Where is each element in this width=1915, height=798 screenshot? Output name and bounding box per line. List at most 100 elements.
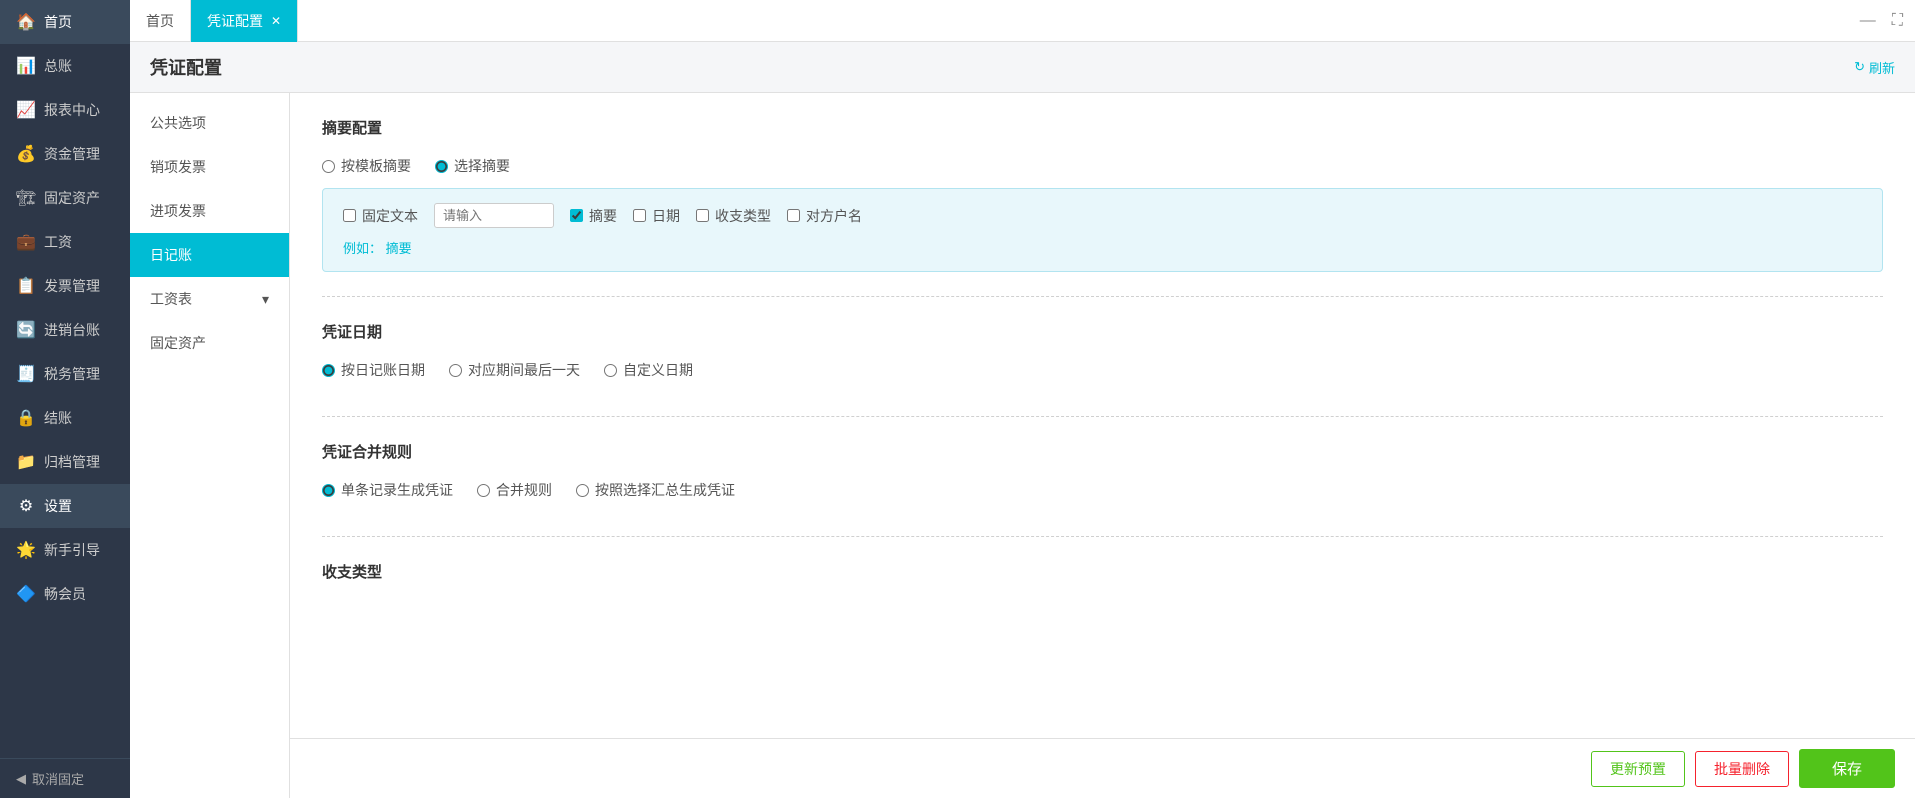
summary-radio-select[interactable]: 选择摘要: [435, 156, 510, 176]
archive-icon: 📁: [16, 452, 36, 472]
date-label: 日期: [652, 206, 680, 226]
sidebar-item-label: 进销台账: [44, 320, 100, 340]
tab-close-icon[interactable]: ✕: [271, 14, 281, 28]
journal-date-radio-label[interactable]: 按日记账日期: [322, 360, 425, 380]
summary-fields-row: 固定文本 摘要 日期: [343, 203, 1862, 228]
sidebar-item-invoices[interactable]: 📋 发票管理: [0, 264, 130, 308]
sidebar-item-guide[interactable]: 🌟 新手引导: [0, 528, 130, 572]
income-type-label: 收支类型: [715, 206, 771, 226]
single-record-radio-label[interactable]: 单条记录生成凭证: [322, 480, 453, 500]
tab-voucher-config-label: 凭证配置: [207, 11, 263, 31]
fixed-text-input[interactable]: [434, 203, 554, 228]
settings-icon: ⚙: [16, 496, 36, 516]
income-type-checkbox[interactable]: [696, 209, 709, 222]
nav-item-journal[interactable]: 日记账: [130, 233, 289, 277]
fixed-text-checkbox-label[interactable]: 固定文本: [343, 206, 418, 226]
merge-rules-radio-group: 单条记录生成凭证 合并规则 按照选择汇总生成凭证: [322, 480, 1883, 500]
sidebar-item-tax[interactable]: 🧾 税务管理: [0, 352, 130, 396]
select-merge-label: 按照选择汇总生成凭证: [595, 480, 735, 500]
sidebar-item-assets[interactable]: 🏗 固定资产: [0, 176, 130, 220]
summary-label: 摘要: [589, 206, 617, 226]
content-layout: 公共选项 销项发票 进项发票 日记账 工资表 ▾ 固定资产: [130, 93, 1915, 798]
tab-maximize-button[interactable]: ⛶: [1888, 8, 1907, 34]
nav-item-purchase[interactable]: 进项发票: [130, 189, 289, 233]
inout-icon: 🔄: [16, 320, 36, 340]
nav-item-fixed-assets[interactable]: 固定资产: [130, 321, 289, 365]
sidebar-item-payroll[interactable]: 💼 工资: [0, 220, 130, 264]
refresh-icon: ↻: [1854, 59, 1865, 75]
save-button[interactable]: 保存: [1799, 749, 1895, 788]
batch-delete-button[interactable]: 批量删除: [1695, 751, 1789, 787]
select-merge-radio-label[interactable]: 按照选择汇总生成凭证: [576, 480, 735, 500]
counterpart-checkbox[interactable]: [787, 209, 800, 222]
sidebar-item-vip[interactable]: 🔷 畅会员: [0, 572, 130, 616]
counterpart-checkbox-label[interactable]: 对方户名: [787, 206, 862, 226]
sidebar-item-label: 固定资产: [44, 188, 100, 208]
summary-radio-group: 按模板摘要 选择摘要: [322, 156, 1883, 176]
tab-minimize-button[interactable]: —: [1856, 8, 1880, 34]
income-type-checkbox-label[interactable]: 收支类型: [696, 206, 771, 226]
summary-select-label: 选择摘要: [454, 156, 510, 176]
invoices-icon: 📋: [16, 276, 36, 296]
merge-rule-radio-label[interactable]: 合并规则: [477, 480, 552, 500]
summary-example: 例如： 摘要: [343, 238, 1862, 257]
nav-item-journal-label: 日记账: [150, 245, 192, 265]
date-checkbox-label[interactable]: 日期: [633, 206, 680, 226]
page-title: 凭证配置: [150, 54, 222, 80]
tab-bar: 首页 凭证配置 ✕ — ⛶: [130, 0, 1915, 42]
sidebar-item-reports[interactable]: 📈 报表中心: [0, 88, 130, 132]
sidebar-item-label: 工资: [44, 232, 72, 252]
nav-item-public[interactable]: 公共选项: [130, 101, 289, 145]
custom-date-radio-label[interactable]: 自定义日期: [604, 360, 693, 380]
custom-date-radio[interactable]: [604, 364, 617, 377]
sidebar-item-label: 报表中心: [44, 100, 100, 120]
main-area: 首页 凭证配置 ✕ — ⛶ 凭证配置 ↻ 刷新 公共选项 销项发票 进项: [130, 0, 1915, 798]
summary-config-title: 摘要配置: [322, 117, 1883, 138]
sidebar-item-label: 税务管理: [44, 364, 100, 384]
merge-rule-radio[interactable]: [477, 484, 490, 497]
sidebar-item-label: 总账: [44, 56, 72, 76]
example-text: 例如： 摘要: [343, 241, 412, 256]
update-preview-button[interactable]: 更新预置: [1591, 751, 1685, 787]
journal-date-radio[interactable]: [322, 364, 335, 377]
summary-template-radio[interactable]: [322, 160, 335, 173]
merge-rules-section: 凭证合并规则 单条记录生成凭证 合并规则 按照选择汇总生成凭证: [322, 441, 1883, 537]
summary-template-label: 按模板摘要: [341, 156, 411, 176]
sidebar-item-funds[interactable]: 💰 资金管理: [0, 132, 130, 176]
fixed-text-checkbox[interactable]: [343, 209, 356, 222]
summary-select-radio[interactable]: [435, 160, 448, 173]
refresh-button[interactable]: ↻ 刷新: [1854, 58, 1895, 77]
voucher-date-section: 凭证日期 按日记账日期 对应期间最后一天 自定义日期: [322, 321, 1883, 417]
sidebar-item-home[interactable]: 🏠 首页: [0, 0, 130, 44]
sidebar-item-archive[interactable]: 📁 归档管理: [0, 440, 130, 484]
sidebar-item-settings[interactable]: ⚙ 设置: [0, 484, 130, 528]
nav-item-sales-label: 销项发票: [150, 157, 206, 177]
date-checkbox[interactable]: [633, 209, 646, 222]
voucher-date-title: 凭证日期: [322, 321, 1883, 342]
page-header: 凭证配置 ↻ 刷新: [130, 42, 1915, 93]
guide-icon: 🌟: [16, 540, 36, 560]
summary-checkbox-label[interactable]: 摘要: [570, 206, 617, 226]
income-type-section: 收支类型: [322, 561, 1883, 624]
tab-home[interactable]: 首页: [130, 0, 191, 42]
nav-item-sales[interactable]: 销项发票: [130, 145, 289, 189]
sidebar-item-ledger[interactable]: 📊 总账: [0, 44, 130, 88]
ledger-icon: 📊: [16, 56, 36, 76]
period-last-radio-label[interactable]: 对应期间最后一天: [449, 360, 580, 380]
nav-item-purchase-label: 进项发票: [150, 201, 206, 221]
payroll-icon: 💼: [16, 232, 36, 252]
single-record-label: 单条记录生成凭证: [341, 480, 453, 500]
unpin-button[interactable]: ◀ 取消固定: [0, 758, 130, 798]
tab-voucher-config[interactable]: 凭证配置 ✕: [191, 0, 298, 42]
sidebar-item-inout[interactable]: 🔄 进销台账: [0, 308, 130, 352]
summary-radio-template[interactable]: 按模板摘要: [322, 156, 411, 176]
sidebar-item-closing[interactable]: 🔒 结账: [0, 396, 130, 440]
summary-config-box: 固定文本 摘要 日期: [322, 188, 1883, 272]
reports-icon: 📈: [16, 100, 36, 120]
period-last-radio[interactable]: [449, 364, 462, 377]
summary-checkbox[interactable]: [570, 209, 583, 222]
single-record-radio[interactable]: [322, 484, 335, 497]
merge-rule-label: 合并规则: [496, 480, 552, 500]
select-merge-radio[interactable]: [576, 484, 589, 497]
nav-item-payroll-sheet[interactable]: 工资表 ▾: [130, 277, 289, 321]
